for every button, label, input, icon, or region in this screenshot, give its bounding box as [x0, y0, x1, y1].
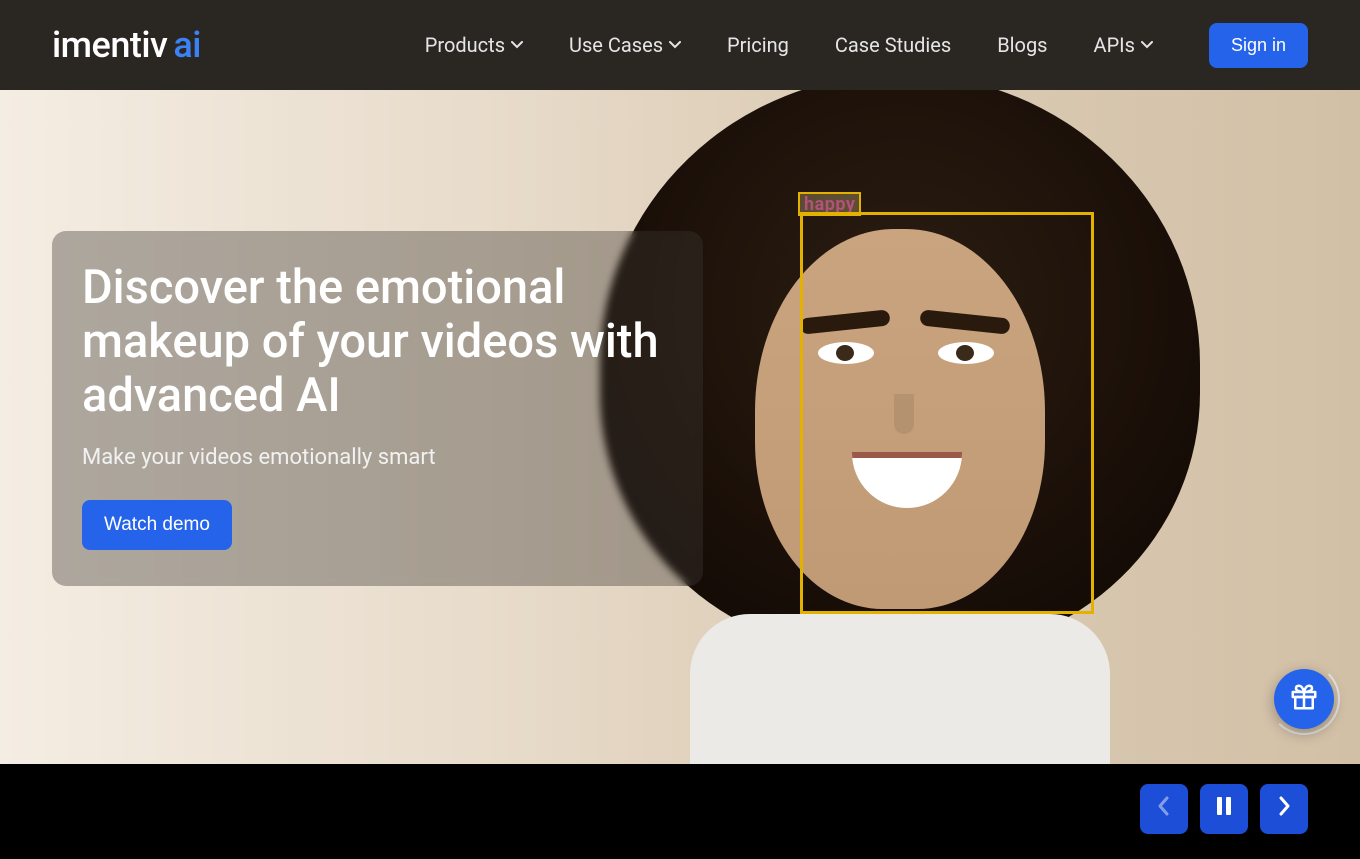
nav-use-cases-label: Use Cases [569, 33, 663, 57]
nav-blogs-label: Blogs [997, 33, 1047, 57]
carousel-next-button[interactable] [1260, 784, 1308, 834]
nav-products[interactable]: Products [425, 33, 523, 57]
carousel-prev-button[interactable] [1140, 784, 1188, 834]
chevron-right-icon [1277, 796, 1291, 822]
pause-icon [1216, 796, 1232, 822]
hero-section: happy Discover the emotional makeup of y… [0, 90, 1360, 764]
nav-products-label: Products [425, 33, 505, 57]
nav-case-studies-label: Case Studies [835, 33, 951, 57]
brand-name: imentiv [52, 24, 167, 66]
hero-subtitle: Make your videos emotionally smart [82, 445, 673, 470]
brand-suffix: ai [173, 24, 201, 66]
primary-nav: Products Use Cases Pricing Case Studies … [425, 23, 1308, 68]
nav-apis[interactable]: APIs [1094, 33, 1153, 57]
chevron-down-icon [1141, 41, 1153, 49]
hero-title: Discover the emotional makeup of your vi… [82, 261, 673, 423]
hero-card: Discover the emotional makeup of your vi… [52, 231, 703, 586]
gift-fab-button[interactable] [1274, 669, 1334, 729]
nav-case-studies[interactable]: Case Studies [835, 33, 951, 57]
signin-button[interactable]: Sign in [1209, 23, 1308, 68]
main-header: imentiv ai Products Use Cases Pricing Ca… [0, 0, 1360, 90]
chevron-left-icon [1157, 796, 1171, 822]
watch-demo-button[interactable]: Watch demo [82, 500, 232, 550]
nav-pricing-label: Pricing [727, 33, 789, 57]
nav-use-cases[interactable]: Use Cases [569, 33, 681, 57]
carousel-pause-button[interactable] [1200, 784, 1248, 834]
nav-blogs[interactable]: Blogs [997, 33, 1047, 57]
brand-logo[interactable]: imentiv ai [52, 24, 201, 66]
carousel-bar [0, 764, 1360, 859]
nav-pricing[interactable]: Pricing [727, 33, 789, 57]
gift-icon [1289, 682, 1319, 716]
nav-apis-label: APIs [1094, 33, 1135, 57]
carousel-controls [1140, 784, 1308, 834]
chevron-down-icon [511, 41, 523, 49]
face-detection-box [800, 212, 1094, 614]
chevron-down-icon [669, 41, 681, 49]
